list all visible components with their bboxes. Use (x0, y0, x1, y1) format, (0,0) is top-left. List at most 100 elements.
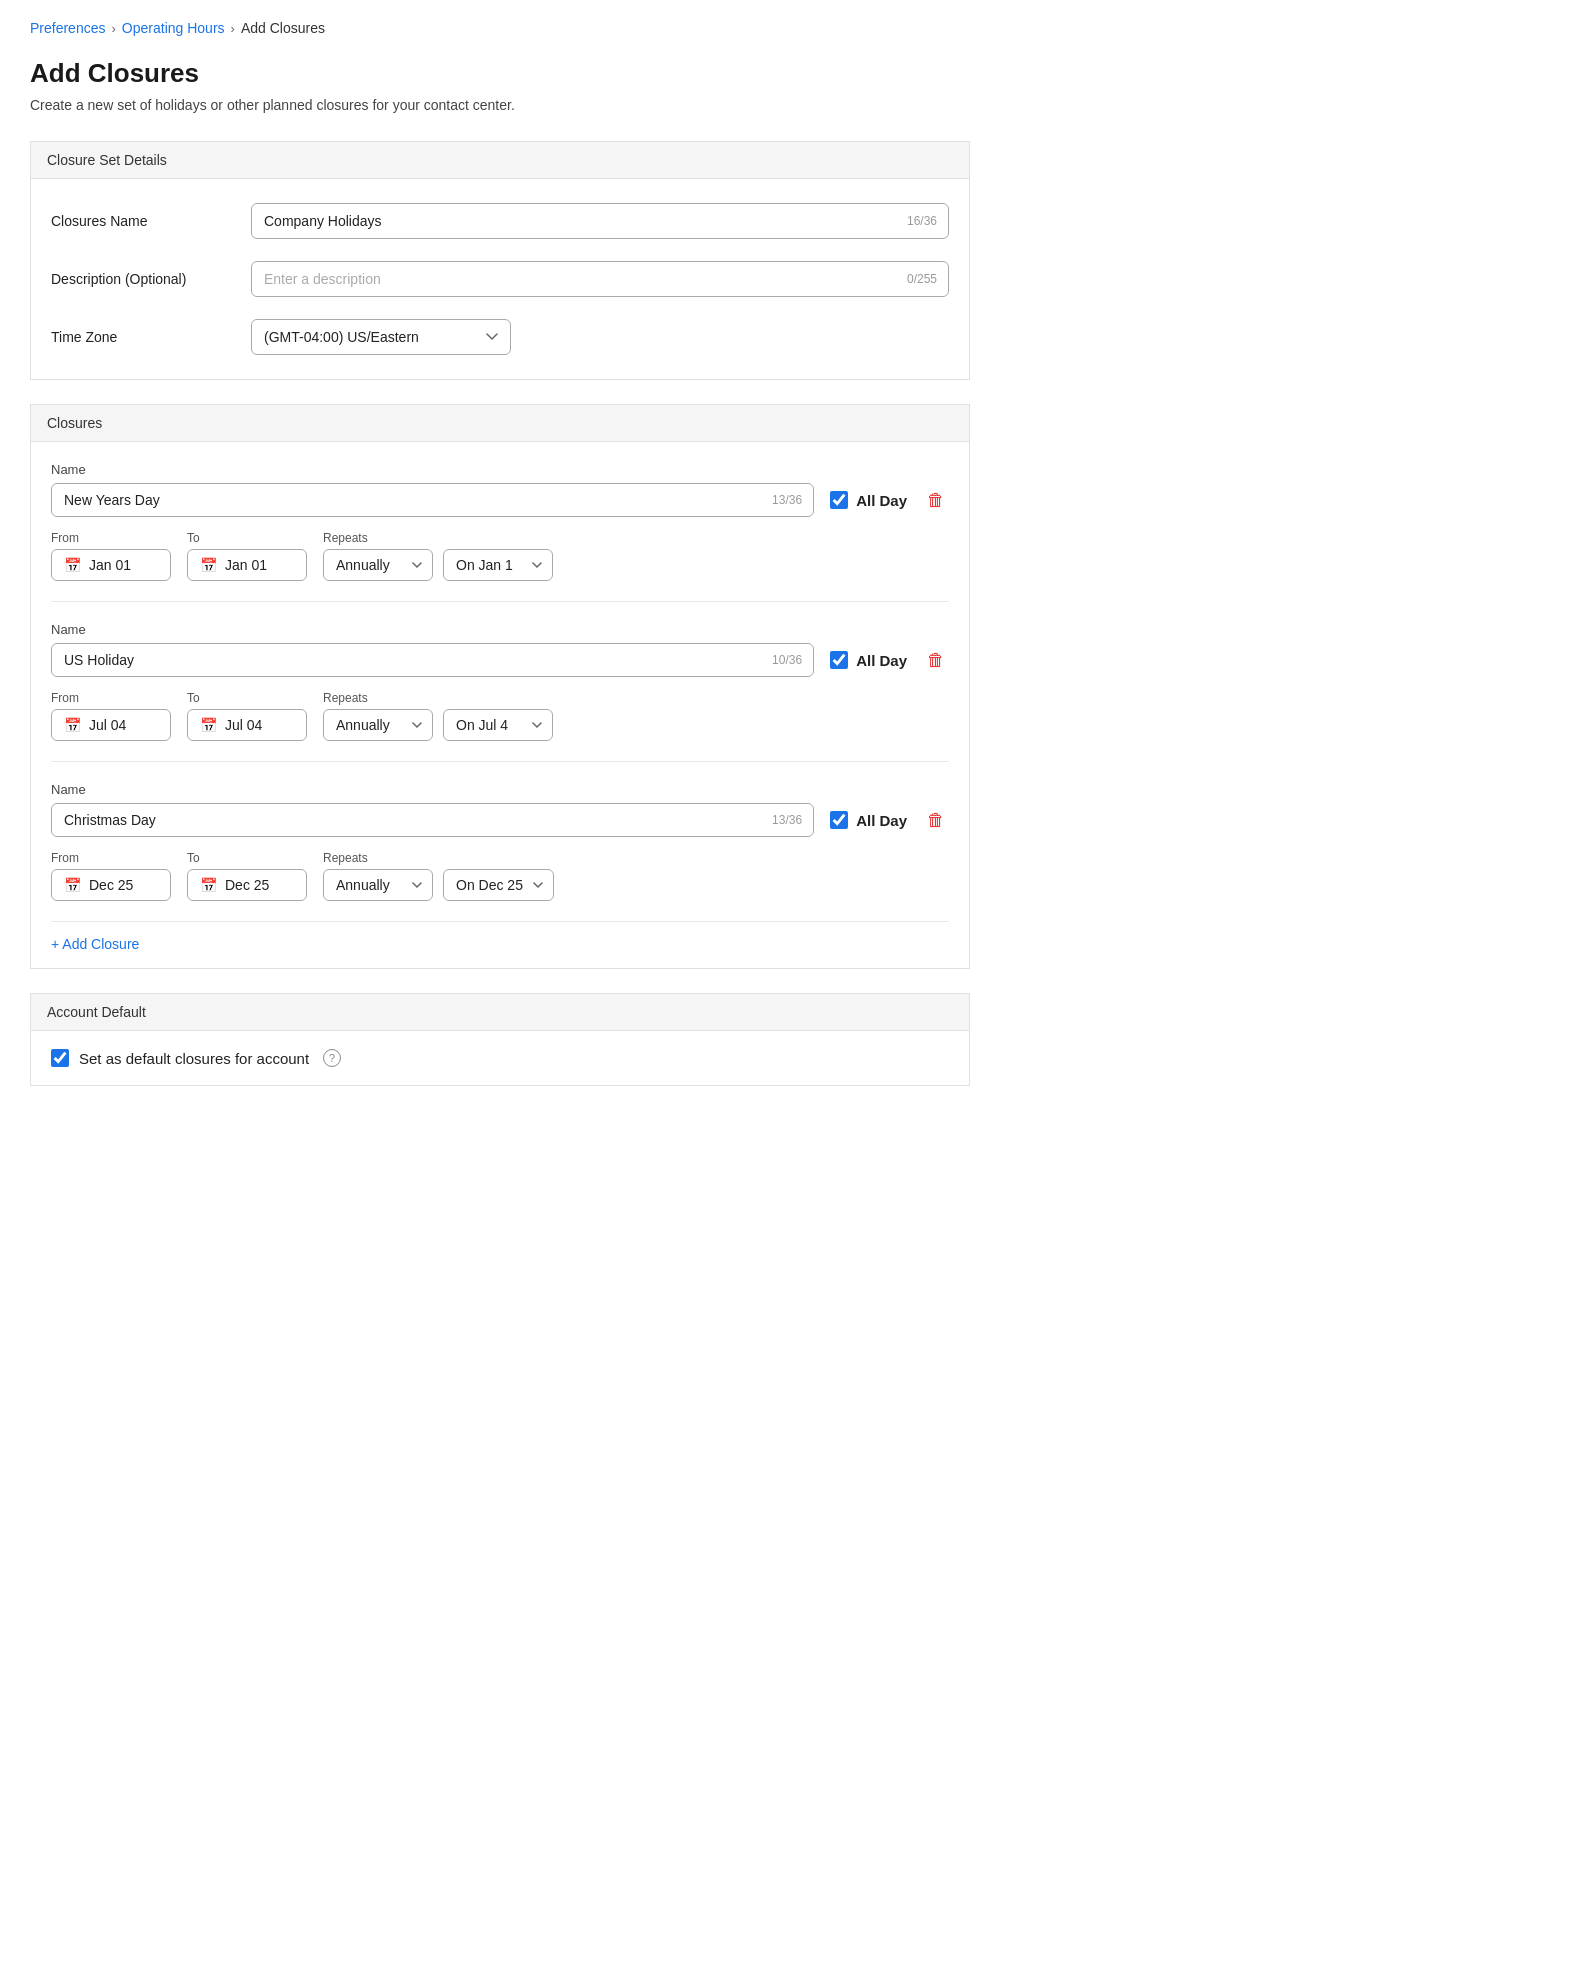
closure-1-from-date: Jan 01 (89, 557, 131, 573)
closure-1-repeats-selects: Annually Monthly Weekly Never On Jan 1 O… (323, 549, 553, 581)
breadcrumb: Preferences › Operating Hours › Add Clos… (30, 20, 970, 36)
closure-3-to-calendar-icon: 📅 (200, 877, 217, 893)
closure-2-repeats-selects: Annually Monthly Weekly Never On Jul 4 O… (323, 709, 553, 741)
closure-1-to-input[interactable]: 📅 Jan 01 (187, 549, 307, 581)
add-closure-button[interactable]: + Add Closure (51, 922, 139, 968)
closure-2-to-label: To (187, 691, 307, 705)
closure-3-repeats-selects: Annually Monthly Weekly Never On Dec 25 … (323, 869, 554, 901)
closure-3-to-group: To 📅 Dec 25 (187, 851, 307, 901)
page-subtitle: Create a new set of holidays or other pl… (30, 97, 970, 113)
closure-2-from-calendar-icon: 📅 (64, 717, 81, 733)
closure-2-from-date: Jul 04 (89, 717, 126, 733)
closure-3-to-label: To (187, 851, 307, 865)
closure-3-from-date: Dec 25 (89, 877, 133, 893)
closure-1-to-calendar-icon: 📅 (200, 557, 217, 573)
closure-3-allday-label: All Day (856, 812, 907, 829)
closures-name-label: Closures Name (51, 213, 251, 229)
closure-3-allday-checkbox[interactable] (830, 811, 848, 829)
timezone-label: Time Zone (51, 329, 251, 345)
account-default-header: Account Default (30, 993, 970, 1031)
closure-3-repeats-group: Repeats Annually Monthly Weekly Never On… (323, 851, 554, 901)
closure-1-to-label: To (187, 531, 307, 545)
closure-3-delete-button[interactable]: 🗑 (923, 806, 949, 835)
closure-1-repeats-label: Repeats (323, 531, 553, 545)
closure-2-delete-button[interactable]: 🗑 (923, 646, 949, 675)
closure-item-1: Name 13/36 All Day 🗑 From 📅 Ja (51, 442, 949, 602)
description-label: Description (Optional) (51, 271, 251, 287)
description-input[interactable] (251, 261, 949, 297)
default-checkbox[interactable] (51, 1049, 69, 1067)
closure-3-repeats-select[interactable]: Annually Monthly Weekly Never (323, 869, 433, 901)
closure-2-dates-row: From 📅 Jul 04 To 📅 Jul 04 Repeats (51, 691, 949, 741)
closure-1-from-group: From 📅 Jan 01 (51, 531, 171, 581)
closure-item-3: Name 13/36 All Day 🗑 From 📅 De (51, 762, 949, 922)
description-row: Description (Optional) 0/255 (51, 261, 949, 297)
breadcrumb-current: Add Closures (241, 20, 325, 36)
closure-2-name-field: 10/36 (51, 643, 814, 677)
closures-name-row: Closures Name 16/36 (51, 203, 949, 239)
closure-3-name-field: 13/36 (51, 803, 814, 837)
closure-2-repeats-select[interactable]: Annually Monthly Weekly Never (323, 709, 433, 741)
closure-1-dates-row: From 📅 Jan 01 To 📅 Jan 01 Repeats (51, 531, 949, 581)
closure-3-dates-row: From 📅 Dec 25 To 📅 Dec 25 Repeats (51, 851, 949, 901)
timezone-select[interactable]: (GMT-04:00) US/Eastern (GMT-05:00) US/Ce… (251, 319, 511, 355)
closure-1-from-calendar-icon: 📅 (64, 557, 81, 573)
closure-2-repeats-group: Repeats Annually Monthly Weekly Never On… (323, 691, 553, 741)
closure-2-name-row: 10/36 All Day 🗑 (51, 643, 949, 677)
closure-1-name-field: 13/36 (51, 483, 814, 517)
timezone-row: Time Zone (GMT-04:00) US/Eastern (GMT-05… (51, 319, 949, 355)
closure-2-allday-checkbox[interactable] (830, 651, 848, 669)
closure-3-repeats-label: Repeats (323, 851, 554, 865)
closures-section: Closures Name 13/36 All Day 🗑 From (30, 404, 970, 969)
closure-1-repeats-select[interactable]: Annually Monthly Weekly Never (323, 549, 433, 581)
account-default-body: Set as default closures for account ? (30, 1031, 970, 1086)
closure-1-name-label: Name (51, 462, 949, 477)
closures-section-header: Closures (30, 404, 970, 442)
closure-3-from-label: From (51, 851, 171, 865)
closure-1-to-date: Jan 01 (225, 557, 267, 573)
closure-2-allday-label: All Day (856, 652, 907, 669)
closure-1-allday-area: All Day (830, 491, 907, 509)
closure-3-on-select[interactable]: On Dec 25 On Dec 24 On Dec 26 (443, 869, 554, 901)
closure-3-from-calendar-icon: 📅 (64, 877, 81, 893)
closure-3-to-date: Dec 25 (225, 877, 269, 893)
breadcrumb-operating-hours[interactable]: Operating Hours (122, 20, 225, 36)
closures-name-field: 16/36 (251, 203, 949, 239)
page-title: Add Closures (30, 58, 970, 89)
default-label: Set as default closures for account (79, 1050, 309, 1067)
closure-1-delete-button[interactable]: 🗑 (923, 486, 949, 515)
closure-2-allday-area: All Day (830, 651, 907, 669)
closure-2-from-input[interactable]: 📅 Jul 04 (51, 709, 171, 741)
closure-1-from-input[interactable]: 📅 Jan 01 (51, 549, 171, 581)
help-icon[interactable]: ? (323, 1049, 341, 1067)
closures-name-input[interactable] (251, 203, 949, 239)
closure-1-allday-label: All Day (856, 492, 907, 509)
closure-set-details-header: Closure Set Details (30, 141, 970, 179)
closure-2-repeats-label: Repeats (323, 691, 553, 705)
closure-2-name-input[interactable] (51, 643, 814, 677)
closure-1-name-input[interactable] (51, 483, 814, 517)
closure-3-allday-area: All Day (830, 811, 907, 829)
closure-1-to-group: To 📅 Jan 01 (187, 531, 307, 581)
breadcrumb-preferences[interactable]: Preferences (30, 20, 105, 36)
closure-1-on-select[interactable]: On Jan 1 On Jan 2 On Jan 3 (443, 549, 553, 581)
closure-2-to-input[interactable]: 📅 Jul 04 (187, 709, 307, 741)
closure-2-on-select[interactable]: On Jul 4 On Jul 3 On Jul 5 (443, 709, 553, 741)
closure-1-allday-checkbox[interactable] (830, 491, 848, 509)
account-default-section: Account Default Set as default closures … (30, 993, 970, 1086)
closure-3-from-group: From 📅 Dec 25 (51, 851, 171, 901)
closure-3-to-input[interactable]: 📅 Dec 25 (187, 869, 307, 901)
closure-2-to-calendar-icon: 📅 (200, 717, 217, 733)
default-row: Set as default closures for account ? (51, 1049, 949, 1067)
closure-2-from-label: From (51, 691, 171, 705)
closure-2-name-label: Name (51, 622, 949, 637)
closure-2-to-group: To 📅 Jul 04 (187, 691, 307, 741)
closure-3-name-label: Name (51, 782, 949, 797)
breadcrumb-sep-1: › (111, 21, 115, 36)
closure-2-to-date: Jul 04 (225, 717, 262, 733)
closure-set-details-section: Closure Set Details Closures Name 16/36 … (30, 141, 970, 380)
description-field: 0/255 (251, 261, 949, 297)
closure-3-from-input[interactable]: 📅 Dec 25 (51, 869, 171, 901)
breadcrumb-sep-2: › (231, 21, 235, 36)
closure-3-name-input[interactable] (51, 803, 814, 837)
